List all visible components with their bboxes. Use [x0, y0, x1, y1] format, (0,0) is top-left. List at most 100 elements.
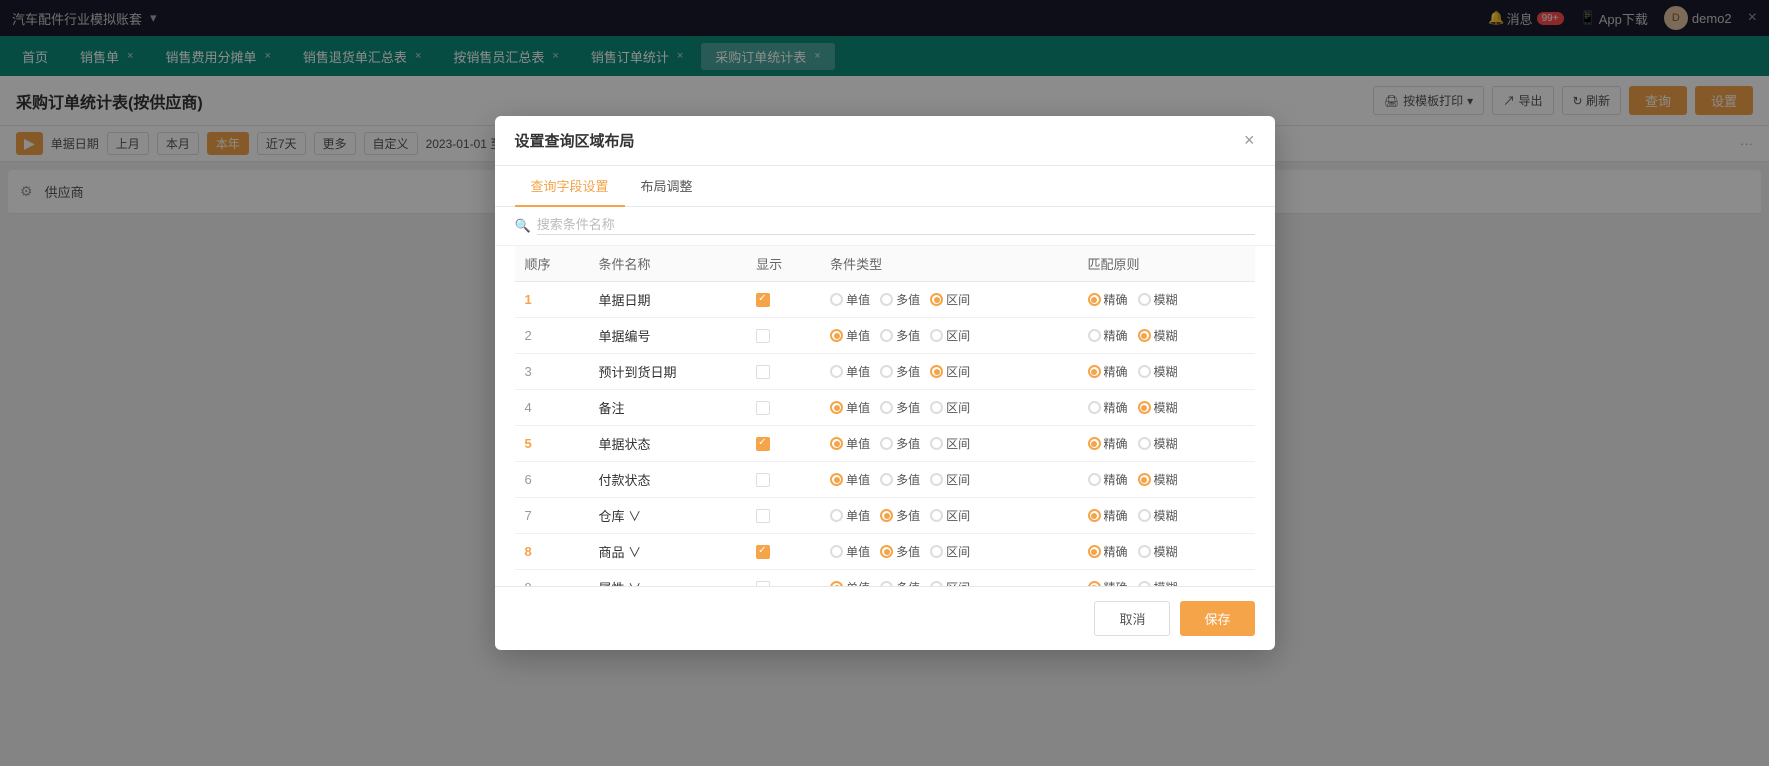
radio-single[interactable] — [830, 365, 843, 378]
radio-range[interactable] — [930, 437, 943, 450]
radio-multi[interactable] — [880, 437, 893, 450]
radio-match-exact-dot[interactable] — [1088, 473, 1101, 486]
radio-type-multi[interactable]: 多值 — [880, 435, 920, 452]
checkbox[interactable] — [756, 509, 770, 523]
radio-match-exact-dot[interactable] — [1088, 581, 1101, 586]
search-input[interactable] — [537, 217, 1255, 235]
radio-type-range[interactable]: 区间 — [930, 291, 970, 308]
radio-match-exact[interactable]: 精确 — [1088, 327, 1128, 344]
radio-type-multi[interactable]: 多值 — [880, 363, 920, 380]
radio-match-fuzzy-dot[interactable] — [1138, 293, 1151, 306]
checkbox[interactable] — [756, 545, 770, 559]
radio-range[interactable] — [930, 509, 943, 522]
radio-range[interactable] — [930, 545, 943, 558]
checkbox[interactable] — [756, 365, 770, 379]
radio-single[interactable] — [830, 473, 843, 486]
radio-type-single[interactable]: 单值 — [830, 399, 870, 416]
checkbox[interactable] — [756, 401, 770, 415]
radio-range[interactable] — [930, 365, 943, 378]
radio-type-multi[interactable]: 多值 — [880, 543, 920, 560]
radio-match-exact-dot[interactable] — [1088, 329, 1101, 342]
radio-type-range[interactable]: 区间 — [930, 471, 970, 488]
radio-match-fuzzy-dot[interactable] — [1138, 581, 1151, 586]
radio-match-fuzzy-dot[interactable] — [1138, 329, 1151, 342]
radio-type-single[interactable]: 单值 — [830, 507, 870, 524]
radio-multi[interactable] — [880, 293, 893, 306]
radio-type-range[interactable]: 区间 — [930, 579, 970, 586]
save-button[interactable]: 保存 — [1180, 601, 1254, 636]
checkbox[interactable] — [756, 437, 770, 451]
radio-type-multi[interactable]: 多值 — [880, 327, 920, 344]
radio-type-multi[interactable]: 多值 — [880, 579, 920, 586]
radio-type-range[interactable]: 区间 — [930, 363, 970, 380]
radio-type-single[interactable]: 单值 — [830, 327, 870, 344]
radio-multi[interactable] — [880, 509, 893, 522]
radio-match-exact[interactable]: 精确 — [1088, 291, 1128, 308]
row-display-checkbox[interactable] — [746, 534, 820, 570]
radio-match-exact-dot[interactable] — [1088, 545, 1101, 558]
radio-type-range[interactable]: 区间 — [930, 399, 970, 416]
radio-single[interactable] — [830, 401, 843, 414]
radio-match-fuzzy-dot[interactable] — [1138, 545, 1151, 558]
dialog-close-button[interactable]: × — [1244, 130, 1255, 151]
radio-match-fuzzy-dot[interactable] — [1138, 401, 1151, 414]
dialog-tab-layout[interactable]: 布局调整 — [625, 166, 709, 207]
radio-match-exact[interactable]: 精确 — [1088, 471, 1128, 488]
row-display-checkbox[interactable] — [746, 390, 820, 426]
radio-single[interactable] — [830, 509, 843, 522]
radio-multi[interactable] — [880, 365, 893, 378]
radio-match-fuzzy[interactable]: 模糊 — [1138, 543, 1178, 560]
checkbox[interactable] — [756, 329, 770, 343]
checkbox[interactable] — [756, 473, 770, 487]
radio-match-fuzzy[interactable]: 模糊 — [1138, 471, 1178, 488]
row-display-checkbox[interactable] — [746, 282, 820, 318]
radio-match-exact[interactable]: 精确 — [1088, 507, 1128, 524]
radio-match-exact[interactable]: 精确 — [1088, 399, 1128, 416]
radio-single[interactable] — [830, 437, 843, 450]
radio-type-single[interactable]: 单值 — [830, 543, 870, 560]
row-display-checkbox[interactable] — [746, 318, 820, 354]
dialog-tab-fields[interactable]: 查询字段设置 — [515, 166, 625, 207]
radio-match-exact-dot[interactable] — [1088, 509, 1101, 522]
radio-type-single[interactable]: 单值 — [830, 363, 870, 380]
radio-range[interactable] — [930, 581, 943, 586]
radio-multi[interactable] — [880, 581, 893, 586]
radio-range[interactable] — [930, 401, 943, 414]
radio-match-fuzzy-dot[interactable] — [1138, 473, 1151, 486]
radio-range[interactable] — [930, 293, 943, 306]
row-display-checkbox[interactable] — [746, 462, 820, 498]
radio-match-exact-dot[interactable] — [1088, 401, 1101, 414]
radio-match-exact-dot[interactable] — [1088, 293, 1101, 306]
radio-type-range[interactable]: 区间 — [930, 435, 970, 452]
radio-match-exact-dot[interactable] — [1088, 365, 1101, 378]
radio-match-exact-dot[interactable] — [1088, 437, 1101, 450]
radio-match-exact[interactable]: 精确 — [1088, 543, 1128, 560]
radio-type-single[interactable]: 单值 — [830, 435, 870, 452]
row-display-checkbox[interactable] — [746, 570, 820, 587]
radio-type-multi[interactable]: 多值 — [880, 507, 920, 524]
radio-single[interactable] — [830, 293, 843, 306]
radio-type-multi[interactable]: 多值 — [880, 291, 920, 308]
radio-match-exact[interactable]: 精确 — [1088, 363, 1128, 380]
radio-match-fuzzy[interactable]: 模糊 — [1138, 327, 1178, 344]
radio-type-single[interactable]: 单值 — [830, 291, 870, 308]
radio-match-fuzzy[interactable]: 模糊 — [1138, 435, 1178, 452]
radio-match-fuzzy[interactable]: 模糊 — [1138, 399, 1178, 416]
radio-match-fuzzy[interactable]: 模糊 — [1138, 363, 1178, 380]
radio-range[interactable] — [930, 473, 943, 486]
radio-multi[interactable] — [880, 401, 893, 414]
radio-range[interactable] — [930, 329, 943, 342]
radio-type-multi[interactable]: 多值 — [880, 471, 920, 488]
radio-match-fuzzy[interactable]: 模糊 — [1138, 291, 1178, 308]
checkbox[interactable] — [756, 293, 770, 307]
radio-type-single[interactable]: 单值 — [830, 471, 870, 488]
radio-single[interactable] — [830, 545, 843, 558]
radio-type-range[interactable]: 区间 — [930, 543, 970, 560]
radio-type-single[interactable]: 单值 — [830, 579, 870, 586]
radio-multi[interactable] — [880, 329, 893, 342]
radio-multi[interactable] — [880, 545, 893, 558]
radio-match-fuzzy-dot[interactable] — [1138, 509, 1151, 522]
radio-single[interactable] — [830, 329, 843, 342]
row-display-checkbox[interactable] — [746, 354, 820, 390]
radio-single[interactable] — [830, 581, 843, 586]
